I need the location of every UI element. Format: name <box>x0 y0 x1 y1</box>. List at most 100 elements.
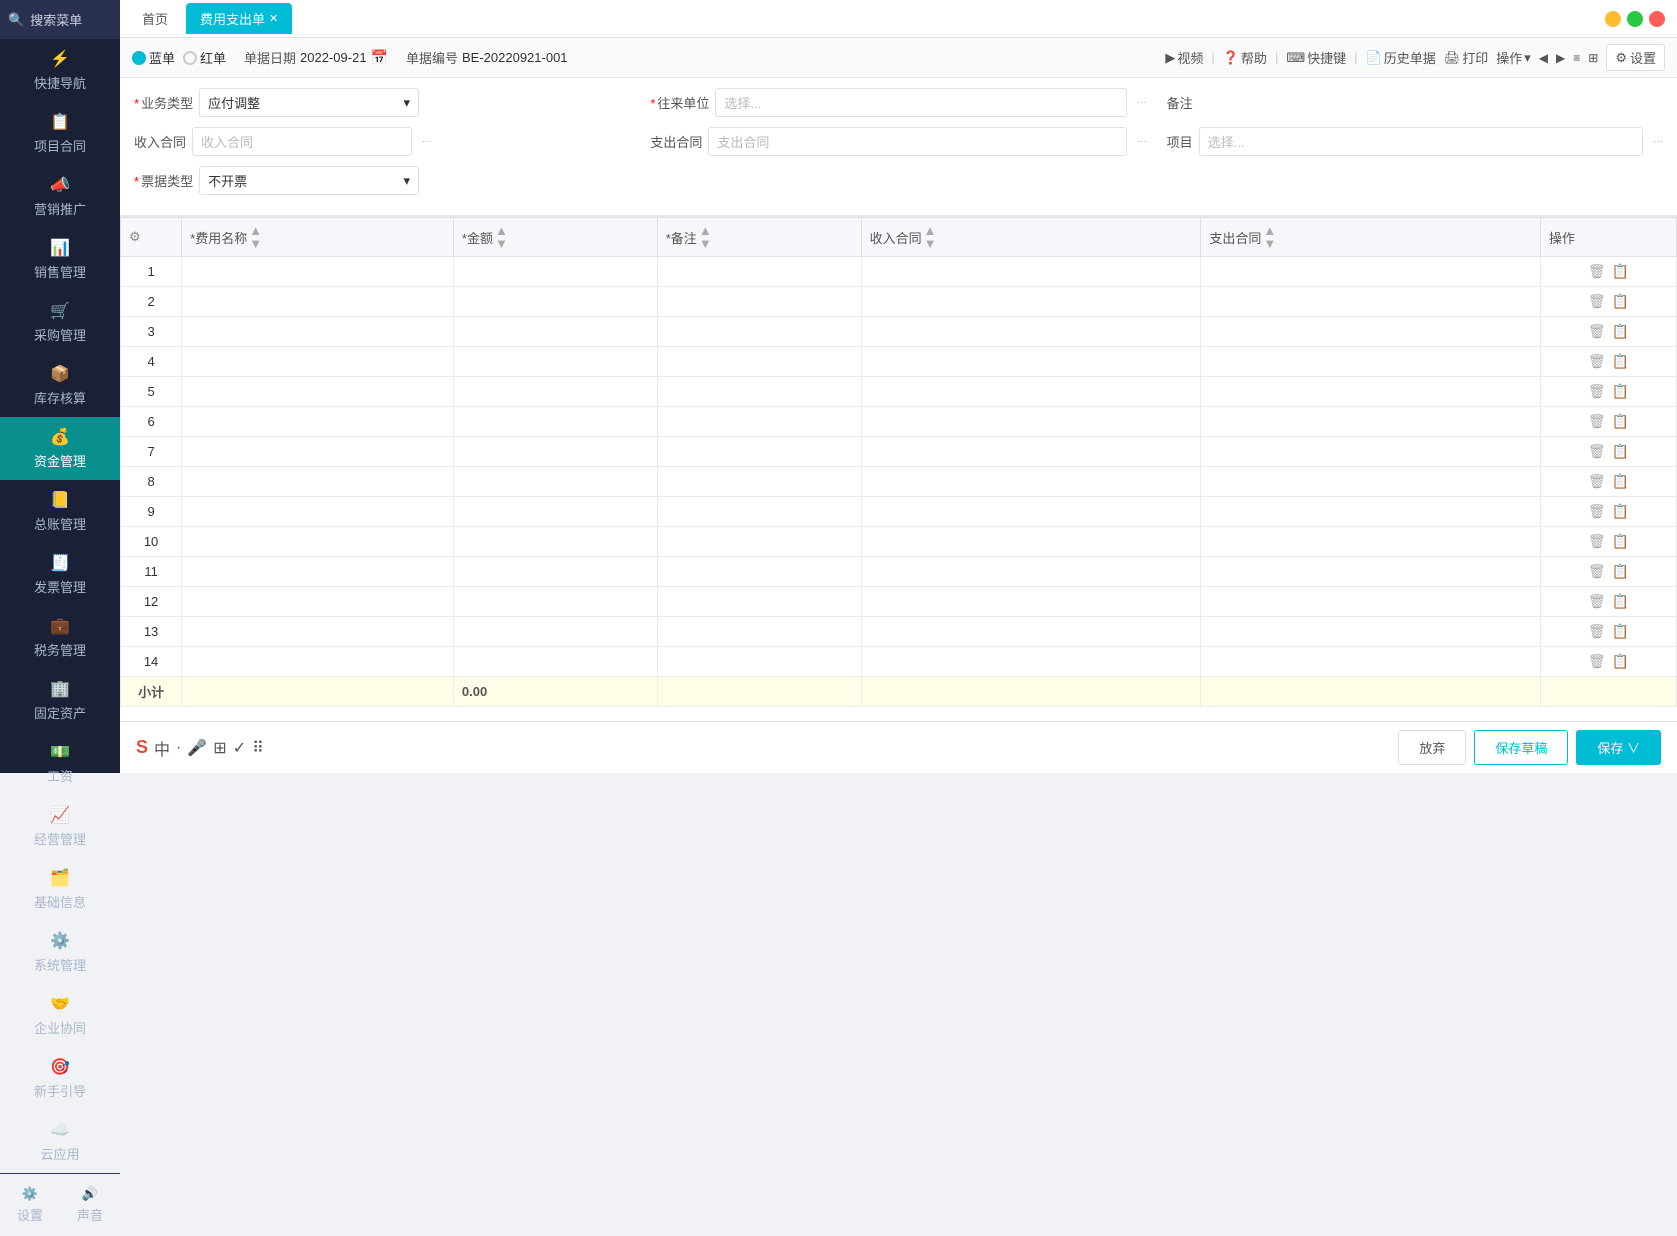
cell-expense-contract-3[interactable] <box>1201 317 1541 347</box>
cell-expense-contract-1[interactable] <box>1201 257 1541 287</box>
copy-icon-5[interactable]: 📋 <box>1612 383 1629 400</box>
cell-amount-13[interactable] <box>453 617 657 647</box>
help-button[interactable]: ❓ 帮助 <box>1223 48 1267 67</box>
sidebar-bottom-settings[interactable]: ⚙️ 设置 <box>0 1182 60 1228</box>
th-note[interactable]: *备注 ▲▼ <box>657 218 861 257</box>
delete-icon-13[interactable]: 🗑 <box>1588 623 1606 640</box>
settings-button[interactable]: ⚙ 设置 <box>1606 44 1665 71</box>
sidebar-item-invoice-mgmt[interactable]: 🧾 发票管理 <box>0 543 120 606</box>
copy-icon-10[interactable]: 📋 <box>1612 533 1629 550</box>
sidebar-item-salary[interactable]: 💵 工资 <box>0 732 120 795</box>
copy-icon-11[interactable]: 📋 <box>1612 563 1629 580</box>
cell-note-6[interactable] <box>657 407 861 437</box>
cell-income-contract-1[interactable] <box>861 257 1201 287</box>
sidebar-item-inventory[interactable]: 📦 库存核算 <box>0 354 120 417</box>
sidebar-item-enterprise-collab[interactable]: 🤝 企业协同 <box>0 984 120 1047</box>
th-amount-sort-icon[interactable]: ▲▼ <box>495 224 508 250</box>
sidebar-item-purchase-mgmt[interactable]: 🛒 采购管理 <box>0 291 120 354</box>
copy-icon-8[interactable]: 📋 <box>1612 473 1629 490</box>
cell-income-contract-6[interactable] <box>861 407 1201 437</box>
sidebar-item-sales-mgmt[interactable]: 📊 销售管理 <box>0 228 120 291</box>
shortcut-button[interactable]: ⌨ 快捷键 <box>1286 48 1346 67</box>
nav-left-button[interactable]: ◀ <box>1539 51 1548 65</box>
cell-amount-3[interactable] <box>453 317 657 347</box>
cell-note-11[interactable] <box>657 557 861 587</box>
delete-icon-10[interactable]: 🗑 <box>1588 533 1606 550</box>
delete-icon-12[interactable]: 🗑 <box>1588 593 1606 610</box>
print-button[interactable]: 🖨 打印 <box>1444 48 1489 67</box>
tab-home[interactable]: 首页 <box>128 3 182 34</box>
copy-icon-4[interactable]: 📋 <box>1612 353 1629 370</box>
sidebar-item-basic-info[interactable]: 🗂️ 基础信息 <box>0 858 120 921</box>
operations-button[interactable]: 操作 ▾ <box>1496 48 1531 67</box>
copy-icon-7[interactable]: 📋 <box>1612 443 1629 460</box>
income-contract-more-icon[interactable]: ··· <box>422 136 432 147</box>
grid-icon[interactable]: ⠿ <box>252 738 264 758</box>
cell-expense-name-5[interactable] <box>182 377 454 407</box>
cell-amount-9[interactable] <box>453 497 657 527</box>
cell-expense-name-6[interactable] <box>182 407 454 437</box>
save-button[interactable]: 保存 ∨ <box>1576 730 1661 765</box>
business-type-select[interactable]: 应付调整 ▾ <box>199 88 419 117</box>
cell-note-5[interactable] <box>657 377 861 407</box>
delete-icon-9[interactable]: 🗑 <box>1588 503 1606 520</box>
cell-amount-7[interactable] <box>453 437 657 467</box>
cell-amount-1[interactable] <box>453 257 657 287</box>
cell-expense-name-2[interactable] <box>182 287 454 317</box>
cell-note-7[interactable] <box>657 437 861 467</box>
cell-expense-contract-7[interactable] <box>1201 437 1541 467</box>
tab-close-icon[interactable]: ✕ <box>269 12 278 25</box>
delete-icon-5[interactable]: 🗑 <box>1588 383 1606 400</box>
copy-icon-14[interactable]: 📋 <box>1612 653 1629 670</box>
cell-expense-contract-5[interactable] <box>1201 377 1541 407</box>
cell-income-contract-7[interactable] <box>861 437 1201 467</box>
cell-note-9[interactable] <box>657 497 861 527</box>
cell-expense-name-10[interactable] <box>182 527 454 557</box>
sidebar-bottom-sound[interactable]: 🔊 声音 <box>60 1182 120 1228</box>
mic-icon[interactable]: 🎤 <box>187 738 207 758</box>
delete-icon-3[interactable]: 🗑 <box>1588 323 1606 340</box>
sidebar-item-project-contract[interactable]: 📋 项目合同 <box>0 102 120 165</box>
sidebar-search[interactable]: 🔍 搜索菜单 <box>0 0 120 39</box>
cell-expense-name-4[interactable] <box>182 347 454 377</box>
cell-income-contract-2[interactable] <box>861 287 1201 317</box>
cell-note-10[interactable] <box>657 527 861 557</box>
grid-view-button[interactable]: ⊞ <box>1588 51 1598 65</box>
cell-income-contract-5[interactable] <box>861 377 1201 407</box>
th-expense-contract[interactable]: 支出合同 ▲▼ <box>1201 218 1541 257</box>
copy-icon-2[interactable]: 📋 <box>1612 293 1629 310</box>
cell-expense-name-1[interactable] <box>182 257 454 287</box>
counterpart-select[interactable]: 选择... <box>715 88 1126 117</box>
income-contract-select[interactable]: 收入合同 <box>192 127 412 156</box>
th-expense-name[interactable]: *费用名称 ▲▼ <box>182 218 454 257</box>
cell-amount-2[interactable] <box>453 287 657 317</box>
table-gear-icon[interactable]: ⚙ <box>129 229 141 244</box>
sidebar-item-operations-mgmt[interactable]: 📈 经营管理 <box>0 795 120 858</box>
cell-expense-name-14[interactable] <box>182 647 454 677</box>
project-select[interactable]: 选择... <box>1199 127 1643 156</box>
delete-icon-8[interactable]: 🗑 <box>1588 473 1606 490</box>
cell-income-contract-11[interactable] <box>861 557 1201 587</box>
cell-amount-4[interactable] <box>453 347 657 377</box>
sidebar-item-tax-mgmt[interactable]: 💼 税务管理 <box>0 606 120 669</box>
remark-input[interactable] <box>1199 91 1663 114</box>
cell-note-3[interactable] <box>657 317 861 347</box>
invoice-type-select[interactable]: 不开票 ▾ <box>199 166 419 195</box>
cell-expense-contract-9[interactable] <box>1201 497 1541 527</box>
calendar-icon[interactable]: 📅 <box>371 49 388 66</box>
cell-note-14[interactable] <box>657 647 861 677</box>
cell-expense-contract-12[interactable] <box>1201 587 1541 617</box>
sidebar-item-fixed-assets[interactable]: 🏢 固定资产 <box>0 669 120 732</box>
expense-contract-more-icon[interactable]: ··· <box>1137 136 1147 147</box>
cell-note-4[interactable] <box>657 347 861 377</box>
delete-icon-7[interactable]: 🗑 <box>1588 443 1606 460</box>
cell-expense-contract-13[interactable] <box>1201 617 1541 647</box>
copy-icon-9[interactable]: 📋 <box>1612 503 1629 520</box>
cell-note-1[interactable] <box>657 257 861 287</box>
cell-expense-name-7[interactable] <box>182 437 454 467</box>
delete-icon-14[interactable]: 🗑 <box>1588 653 1606 670</box>
cell-amount-5[interactable] <box>453 377 657 407</box>
cell-note-2[interactable] <box>657 287 861 317</box>
copy-icon-3[interactable]: 📋 <box>1612 323 1629 340</box>
check-icon[interactable]: ✓ <box>233 738 246 758</box>
